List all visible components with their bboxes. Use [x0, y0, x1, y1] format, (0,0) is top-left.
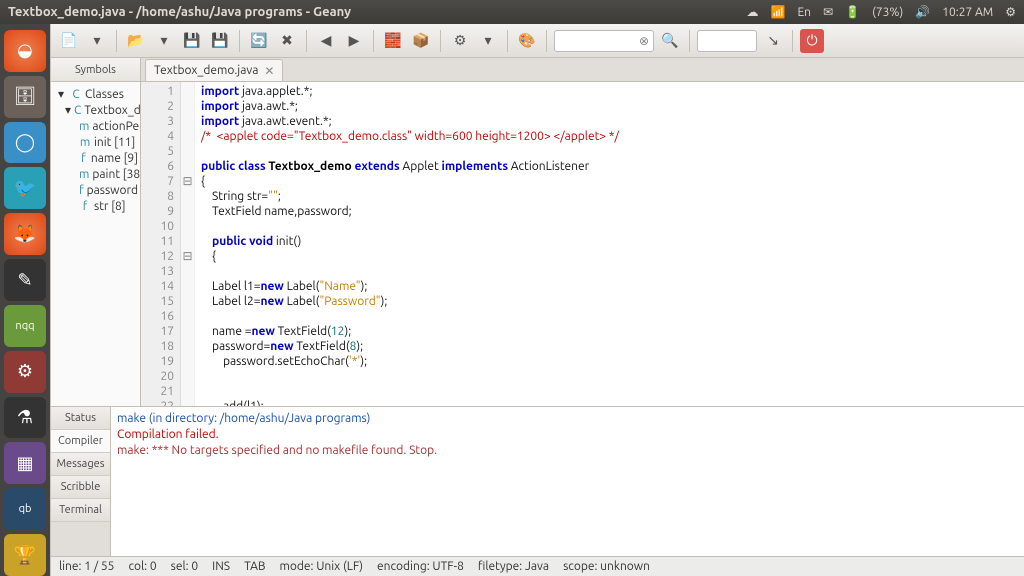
dropdown-icon[interactable]: ▾ [476, 29, 500, 53]
fold-gutter[interactable]: ⊟ ⊟ [181, 82, 195, 406]
launcher-files[interactable]: 🗄 [4, 76, 46, 118]
save-all-button[interactable]: 💾 [208, 29, 232, 53]
cloud-icon[interactable]: ☁ [747, 5, 759, 19]
sidebar: Symbols ▾CClasses▾CTextbox_demactionPerm… [51, 58, 141, 406]
tree-row[interactable]: mpaint [38 [53, 166, 138, 182]
file-tab[interactable]: Textbox_demo.java ✕ [145, 59, 283, 81]
launcher-qbit[interactable]: qb [4, 488, 46, 530]
launcher-nqq[interactable]: nqq [4, 305, 46, 347]
goto-input[interactable] [702, 35, 752, 47]
dropdown-icon[interactable]: ▾ [85, 29, 109, 53]
launcher-geany[interactable]: ⚗ [4, 397, 46, 439]
search-box[interactable]: ⊗ [554, 30, 654, 52]
indicator-area: ☁ 📶 En ✉ 🔋 (73%) 🔊 10:27 AM ⚙ [747, 5, 1017, 19]
clear-icon[interactable]: ⊗ [639, 34, 649, 48]
run-button[interactable]: ⚙ [448, 29, 472, 53]
status-line: line: 1 / 55 [59, 560, 114, 573]
launcher-settings[interactable]: ⚙ [4, 351, 46, 393]
bottom-tab-terminal[interactable]: Terminal [51, 499, 110, 522]
tree-row[interactable]: fpassword [53, 182, 138, 198]
close-button[interactable]: ✖ [275, 29, 299, 53]
status-enc: encoding: UTF-8 [377, 560, 464, 573]
clock[interactable]: 10:27 AM [942, 6, 993, 19]
bottom-tab-status[interactable]: Status [51, 407, 110, 430]
status-col: col: 0 [128, 560, 156, 573]
dropdown-icon[interactable]: ▾ [152, 29, 176, 53]
file-tab-label: Textbox_demo.java [154, 64, 258, 77]
quit-button[interactable]: ⏻ [800, 29, 824, 53]
window-title: Textbox_demo.java - /home/ashu/Java prog… [8, 5, 747, 19]
bottom-panel: StatusCompilerMessagesScribbleTerminal m… [51, 406, 1024, 556]
volume-icon[interactable]: 🔊 [915, 5, 930, 19]
system-menubar: Textbox_demo.java - /home/ashu/Java prog… [0, 0, 1024, 24]
bottom-tab-scribble[interactable]: Scribble [51, 476, 110, 499]
editor-area: Textbox_demo.java ✕ 12345678910111213141… [141, 58, 1024, 406]
forward-button[interactable]: ▶ [342, 29, 366, 53]
back-button[interactable]: ◀ [314, 29, 338, 53]
status-ft: filetype: Java [478, 560, 549, 573]
wifi-icon[interactable]: 📶 [771, 5, 786, 19]
launcher-chromium[interactable]: ◯ [4, 122, 46, 164]
bottom-tab-messages[interactable]: Messages [51, 453, 110, 476]
status-mode: mode: Unix (LF) [280, 560, 364, 573]
status-scope: scope: unknown [563, 560, 650, 573]
goto-button[interactable]: ↘ [761, 29, 785, 53]
unity-launcher: ◒🗄◯🐦🦊✎nqq⚙⚗▦qb🏆 [0, 24, 50, 576]
reload-button[interactable]: 🔄 [247, 29, 271, 53]
sidebar-tab-symbols[interactable]: Symbols [51, 58, 140, 82]
compile-button[interactable]: 🧱 [381, 29, 405, 53]
code-content[interactable]: import java.applet.*; import java.awt.*;… [195, 82, 1024, 406]
launcher-trophy[interactable]: 🏆 [4, 534, 46, 576]
bottom-tabs: StatusCompilerMessagesScribbleTerminal [51, 407, 111, 556]
main-area: Symbols ▾CClasses▾CTextbox_demactionPerm… [51, 58, 1024, 406]
new-file-button[interactable]: 📄 [57, 29, 81, 53]
line-gutter: 1234567891011121314151617181920212223242… [141, 82, 181, 406]
build-button[interactable]: 📦 [409, 29, 433, 53]
status-bar: line: 1 / 55 col: 0 sel: 0 INS TAB mode:… [51, 556, 1024, 576]
launcher-apps[interactable]: ▦ [4, 442, 46, 484]
battery-text: (73%) [872, 6, 903, 19]
compiler-output[interactable]: make (in directory: /home/ashu/Java prog… [111, 407, 1024, 556]
tree-row[interactable]: ▾CClasses [53, 86, 138, 102]
bottom-tab-compiler[interactable]: Compiler [51, 430, 110, 453]
save-button[interactable]: 💾 [180, 29, 204, 53]
tree-row[interactable]: fname [9] [53, 150, 138, 166]
mail-icon[interactable]: ✉ [823, 5, 833, 19]
code-editor[interactable]: 1234567891011121314151617181920212223242… [141, 82, 1024, 406]
status-ins: INS [212, 560, 230, 573]
close-icon[interactable]: ✕ [264, 64, 274, 78]
launcher-twitter[interactable]: 🐦 [4, 167, 46, 209]
status-sel: sel: 0 [171, 560, 198, 573]
tree-row[interactable]: fstr [8] [53, 198, 138, 214]
status-tab: TAB [244, 560, 265, 573]
launcher-gimp[interactable]: ✎ [4, 259, 46, 301]
keyboard-lang[interactable]: En [797, 6, 811, 19]
tree-row[interactable]: ▾CTextbox_de [53, 102, 138, 118]
battery-icon[interactable]: 🔋 [845, 5, 860, 19]
launcher-firefox[interactable]: 🦊 [4, 213, 46, 255]
tree-row[interactable]: minit [11] [53, 134, 138, 150]
symbols-tree[interactable]: ▾CClasses▾CTextbox_demactionPerminit [11… [51, 82, 140, 406]
goto-box[interactable] [697, 30, 757, 52]
launcher-ubuntu[interactable]: ◒ [4, 30, 46, 72]
color-button[interactable]: 🎨 [515, 29, 539, 53]
search-input[interactable] [559, 35, 639, 47]
open-button[interactable]: 📂 [124, 29, 148, 53]
gear-icon[interactable]: ⚙ [1005, 5, 1016, 19]
geany-window: 📄 ▾ 📂 ▾ 💾 💾 🔄 ✖ ◀ ▶ 🧱 📦 ⚙ ▾ 🎨 ⊗ 🔍 ↘ ⏻ Sy… [50, 24, 1024, 576]
tree-row[interactable]: mactionPer [53, 118, 138, 134]
search-button[interactable]: 🔍 [658, 29, 682, 53]
toolbar: 📄 ▾ 📂 ▾ 💾 💾 🔄 ✖ ◀ ▶ 🧱 📦 ⚙ ▾ 🎨 ⊗ 🔍 ↘ ⏻ [51, 24, 1024, 58]
file-tabs: Textbox_demo.java ✕ [141, 58, 1024, 82]
